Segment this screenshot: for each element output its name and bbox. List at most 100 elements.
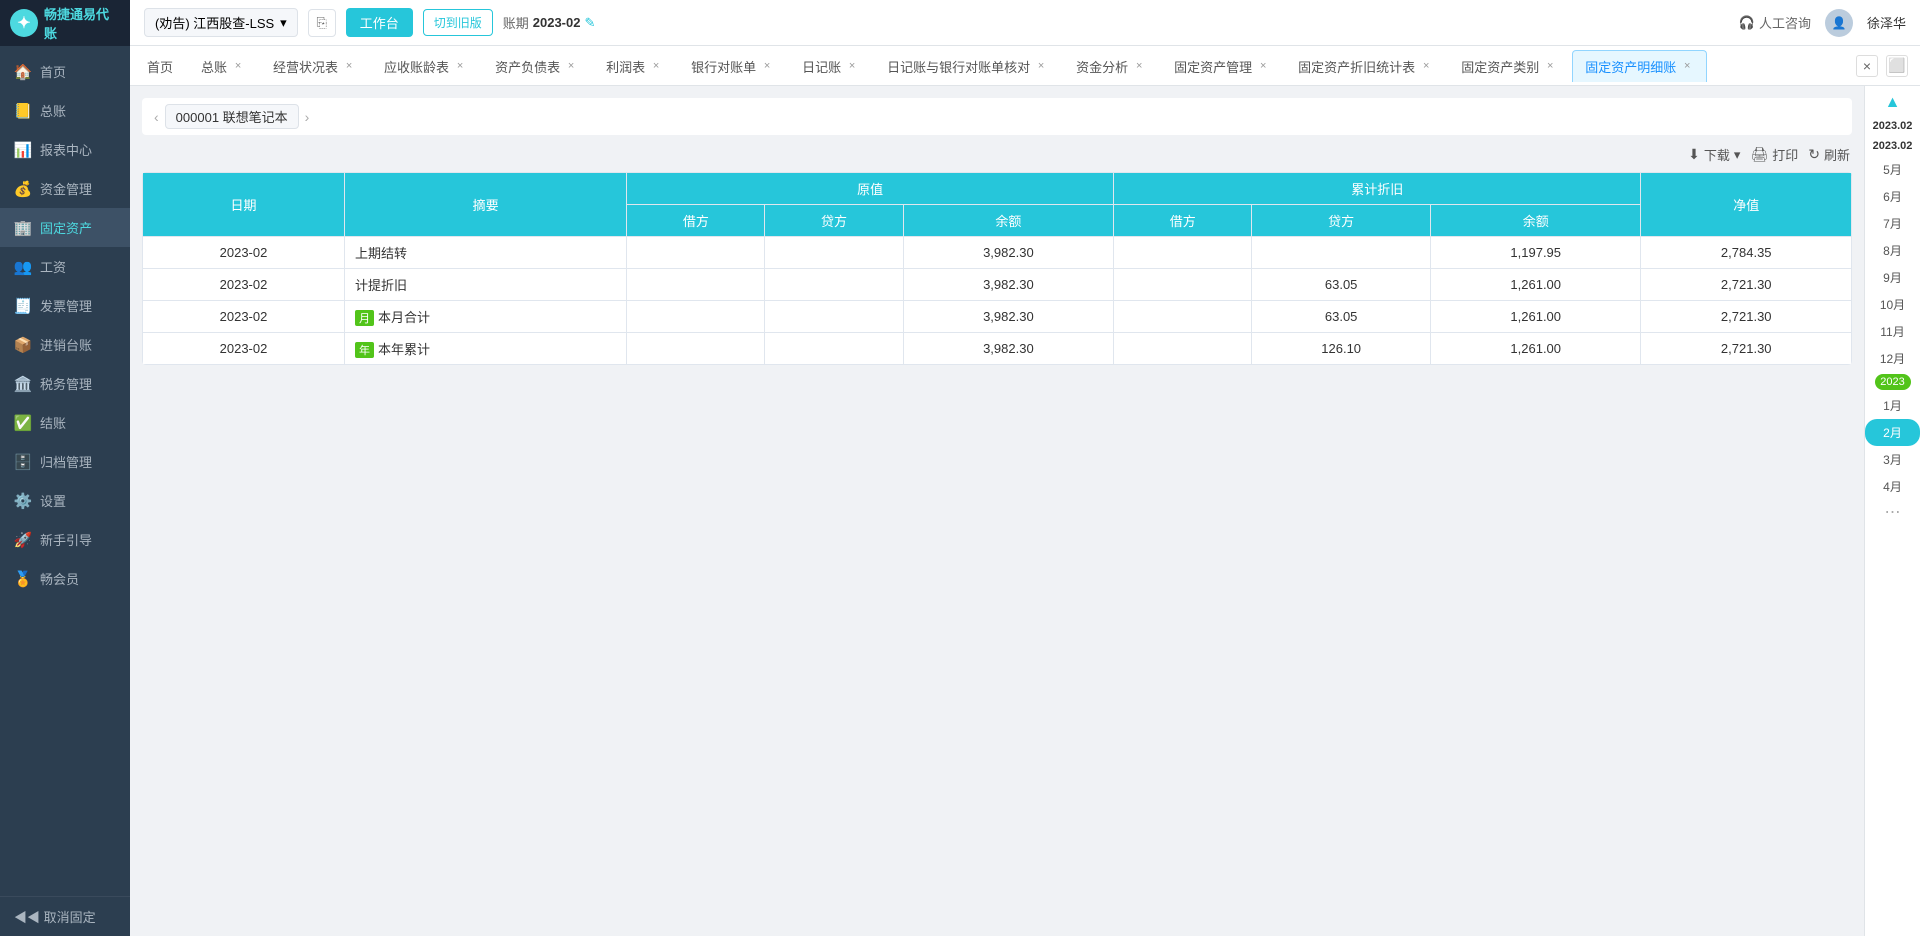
timeline-month-7[interactable]: 7月 [1865,210,1920,237]
maximize-button[interactable]: ⬜ [1886,55,1908,77]
username[interactable]: 徐泽华 [1867,13,1906,32]
tab-fixed-type[interactable]: 固定资产类别 × [1448,50,1570,82]
cell-date: 2023-02 [143,237,345,269]
tab-journal-bank[interactable]: 日记账与银行对账单核对 × [874,50,1061,82]
sidebar-item-guide[interactable]: 🚀 新手引导 [0,520,130,559]
workbench-button[interactable]: 工作台 [346,8,413,37]
sidebar-item-archive[interactable]: 🗄️ 归档管理 [0,442,130,481]
download-button[interactable]: ⬇ 下载 ▾ [1688,145,1740,164]
sidebar-item-settlement[interactable]: ✅ 结账 [0,403,130,442]
cell-accum-debit [1114,333,1252,365]
refresh-button[interactable]: ↻ 刷新 [1808,145,1850,164]
timeline-month-1[interactable]: 1月 [1865,392,1920,419]
cell-orig-debit [627,237,765,269]
timeline-month-9[interactable]: 9月 [1865,264,1920,291]
main-content: ‹ 000001 联想笔记本 › ⬇ 下载 ▾ 🖨 打印 ↻ 刷新 [130,86,1864,936]
timeline-month-6[interactable]: 6月 [1865,183,1920,210]
timeline-month-2[interactable]: 2月 [1865,419,1920,446]
tab-manage[interactable]: 经营状况表 × [260,50,369,82]
sidebar-item-home[interactable]: 🏠 首页 [0,52,130,91]
sidebar-item-member[interactable]: 🏅 畅会员 [0,559,130,598]
tab-depreciation-stat-close[interactable]: × [1419,59,1433,73]
timeline-scroll-up[interactable]: ▲ [1881,90,1905,116]
close-all-tabs-button[interactable]: × [1856,55,1878,77]
tab-fixed-type-close[interactable]: × [1543,59,1557,73]
timeline-month-12[interactable]: 12月 [1865,345,1920,372]
sidebar-item-capital[interactable]: 💰 资金管理 [0,169,130,208]
sidebar-label-capital: 资金管理 [40,179,92,198]
period-text: 账期 [503,13,529,32]
tab-fixed-detail-close[interactable]: × [1680,59,1694,73]
sidebar-item-sales[interactable]: 📦 进销台账 [0,325,130,364]
tab-fixed-type-label: 固定资产类别 [1461,57,1539,76]
th-summary: 摘要 [345,173,627,237]
sidebar-item-ledger[interactable]: 📒 总账 [0,91,130,130]
tab-depreciation-stat-label: 固定资产折旧统计表 [1298,57,1415,76]
th-accumulated-depreciation: 累计折旧 [1114,173,1641,205]
breadcrumb-prev-arrow[interactable]: ‹ [154,109,159,125]
sidebar-label-payroll: 工资 [40,257,66,276]
timeline-month-10[interactable]: 10月 [1865,291,1920,318]
cell-date: 2023-02 [143,333,345,365]
tab-profit[interactable]: 利润表 × [593,50,676,82]
period-label: 账期 2023-02 ✎ [503,13,596,32]
tab-home[interactable]: 首页 [134,50,186,82]
tab-journal-close[interactable]: × [845,59,859,73]
help-label: 人工咨询 [1759,13,1811,32]
tab-cashflow-close[interactable]: × [1132,59,1146,73]
timeline-year-2023-02-2: 2023.02 [1865,136,1920,156]
tab-bank[interactable]: 银行对账单 × [678,50,787,82]
timeline-month-5[interactable]: 5月 [1865,156,1920,183]
company-selector[interactable]: (劝告) 江西股查-LSS ▾ [144,8,298,37]
sidebar-item-payroll[interactable]: 👥 工资 [0,247,130,286]
tab-balance-close[interactable]: × [564,59,578,73]
table-row: 2023-02 年本年累计 3,982.30 126.10 1,261.00 2… [143,333,1852,365]
breadcrumb-asset[interactable]: 000001 联想笔记本 [165,104,299,129]
timeline-month-11[interactable]: 11月 [1865,318,1920,345]
tab-journal[interactable]: 日记账 × [789,50,872,82]
switch-version-button[interactable]: 切到旧版 [423,9,493,36]
sidebar-item-tax[interactable]: 🏛️ 税务管理 [0,364,130,403]
tab-profit-close[interactable]: × [649,59,663,73]
timeline-month-8[interactable]: 8月 [1865,237,1920,264]
timeline-year-badge-2023: 2023 [1875,374,1911,390]
action-bar: ⬇ 下载 ▾ 🖨 打印 ↻ 刷新 [142,145,1852,164]
tab-fixed-mgmt-close[interactable]: × [1256,59,1270,73]
tab-home-label: 首页 [147,57,173,76]
tab-journal-bank-close[interactable]: × [1034,59,1048,73]
tab-balance[interactable]: 资产负债表 × [482,50,591,82]
tab-receivable-close[interactable]: × [453,59,467,73]
tab-cashflow[interactable]: 资金分析 × [1063,50,1159,82]
sidebar-unpin-button[interactable]: ◀◀ 取消固定 [0,896,130,936]
help-button[interactable]: 🎧 人工咨询 [1739,13,1811,32]
breadcrumb-next-arrow[interactable]: › [305,109,310,125]
timeline-month-3[interactable]: 3月 [1865,446,1920,473]
print-button[interactable]: 🖨 打印 [1750,145,1798,164]
main-area: (劝告) 江西股查-LSS ▾ ⎘ 工作台 切到旧版 账期 2023-02 ✎ … [130,0,1920,936]
copy-button[interactable]: ⎘ [308,9,336,37]
th-accum-credit: 贷方 [1252,205,1431,237]
tab-receivable-label: 应收账龄表 [384,57,449,76]
cell-orig-debit [627,269,765,301]
tab-fixed-detail[interactable]: 固定资产明细账 × [1572,50,1707,82]
sidebar-item-reports[interactable]: 📊 报表中心 [0,130,130,169]
sidebar-label-sales: 进销台账 [40,335,92,354]
content-area: ‹ 000001 联想笔记本 › ⬇ 下载 ▾ 🖨 打印 ↻ 刷新 [130,86,1920,936]
cell-accum-balance: 1,197.95 [1430,237,1641,269]
sidebar-item-fixed-assets[interactable]: 🏢 固定资产 [0,208,130,247]
tab-fixed-mgmt[interactable]: 固定资产管理 × [1161,50,1283,82]
tab-bank-close[interactable]: × [760,59,774,73]
period-edit-icon[interactable]: ✎ [584,15,595,31]
th-accum-debit: 借方 [1114,205,1252,237]
print-label: 打印 [1772,145,1798,164]
tab-receivable[interactable]: 应收账龄表 × [371,50,480,82]
sidebar-item-settings[interactable]: ⚙️ 设置 [0,481,130,520]
cell-accum-debit [1114,269,1252,301]
sidebar-item-invoice[interactable]: 🧾 发票管理 [0,286,130,325]
tab-depreciation-stat[interactable]: 固定资产折旧统计表 × [1285,50,1446,82]
tab-ledger-close[interactable]: × [231,59,245,73]
tab-ledger[interactable]: 总账 × [188,50,258,82]
tab-manage-close[interactable]: × [342,59,356,73]
timeline-month-4[interactable]: 4月 [1865,473,1920,500]
archive-icon: 🗄️ [14,453,32,471]
